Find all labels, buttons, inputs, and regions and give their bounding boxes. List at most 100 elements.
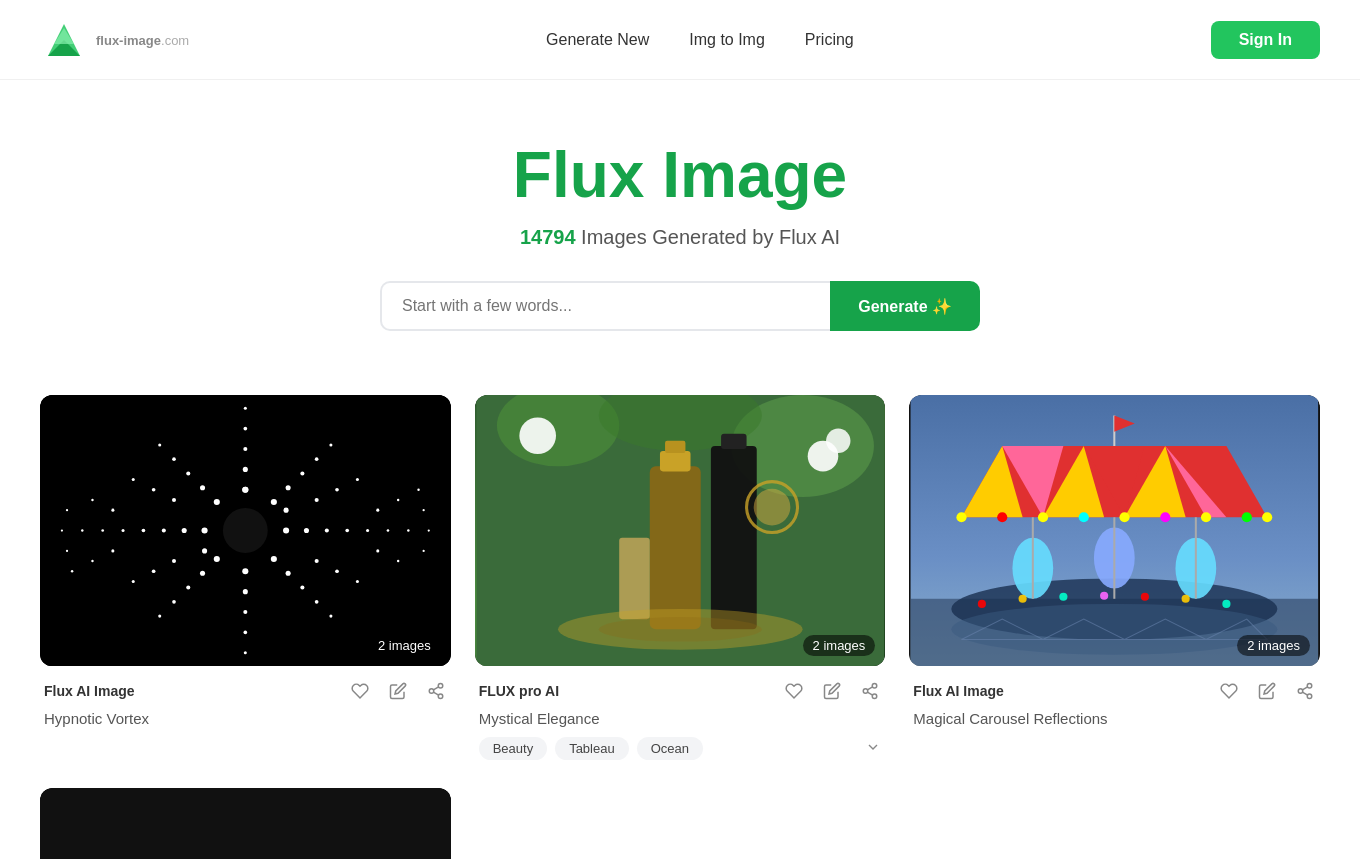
svg-point-22 — [284, 508, 289, 513]
svg-point-37 — [186, 586, 190, 590]
svg-line-115 — [868, 693, 873, 696]
svg-point-134 — [1242, 513, 1252, 523]
svg-point-17 — [271, 499, 277, 505]
svg-point-50 — [172, 458, 176, 462]
svg-point-41 — [172, 559, 176, 563]
vortex-image — [40, 395, 451, 666]
svg-point-14 — [202, 528, 208, 534]
card-image-wrapper-1[interactable]: 2 images — [40, 395, 451, 666]
svg-point-25 — [182, 528, 187, 533]
tags-expand-button-2[interactable] — [865, 739, 881, 759]
svg-point-92 — [438, 694, 443, 699]
svg-point-38 — [186, 472, 190, 476]
like-button-1[interactable] — [349, 680, 371, 702]
nav-pricing[interactable]: Pricing — [805, 31, 854, 49]
generate-button[interactable]: Generate ✨ — [830, 281, 980, 331]
svg-point-75 — [81, 530, 83, 532]
share-button-1[interactable] — [425, 680, 447, 702]
svg-point-47 — [243, 631, 247, 635]
svg-point-127 — [957, 513, 967, 523]
card-actions-3 — [1218, 680, 1316, 702]
image-count-badge-1: 2 images — [368, 635, 441, 656]
card-body-3: Flux AI Image Magical Carousel Reflectio… — [909, 666, 1320, 741]
logo-icon — [40, 16, 88, 64]
svg-point-56 — [366, 529, 369, 532]
edit-button-3[interactable] — [1256, 680, 1278, 702]
svg-point-132 — [1161, 513, 1171, 523]
svg-point-52 — [335, 488, 339, 492]
svg-point-65 — [132, 580, 135, 583]
card-image-wrapper-2[interactable]: 2 images — [475, 395, 886, 666]
svg-point-62 — [158, 444, 161, 447]
svg-rect-103 — [660, 451, 691, 471]
svg-point-53 — [152, 570, 156, 574]
share-button-2[interactable] — [859, 680, 881, 702]
nav-generate-new[interactable]: Generate New — [546, 31, 649, 49]
svg-point-112 — [873, 684, 878, 689]
svg-point-74 — [407, 530, 409, 532]
svg-point-151 — [1182, 595, 1190, 603]
svg-point-29 — [243, 589, 248, 594]
svg-point-16 — [242, 569, 248, 575]
svg-point-113 — [864, 689, 869, 694]
share-button-3[interactable] — [1294, 680, 1316, 702]
svg-point-28 — [243, 467, 248, 472]
hero-subtitle: 14794 Images Generated by Flux AI — [20, 226, 1340, 249]
card-body-2: FLUX pro AI Mystical Elegance Beauty Tab… — [475, 666, 886, 764]
like-button-2[interactable] — [783, 680, 805, 702]
svg-rect-104 — [665, 441, 685, 453]
svg-point-40 — [315, 498, 319, 502]
svg-point-58 — [244, 407, 247, 410]
svg-point-19 — [214, 499, 220, 505]
svg-point-100 — [826, 429, 850, 453]
svg-point-153 — [1307, 684, 1312, 689]
svg-point-34 — [243, 447, 247, 451]
logo-link[interactable]: flux-image.com — [40, 16, 189, 64]
image-count-badge-3: 2 images — [1237, 635, 1310, 656]
image-count-badge-2: 2 images — [803, 635, 876, 656]
svg-point-81 — [71, 570, 73, 572]
svg-point-24 — [304, 528, 309, 533]
like-button-3[interactable] — [1218, 680, 1240, 702]
svg-point-54 — [152, 488, 156, 492]
svg-point-68 — [376, 509, 379, 512]
svg-point-133 — [1201, 513, 1211, 523]
svg-point-80 — [417, 489, 419, 491]
svg-point-83 — [61, 530, 63, 532]
svg-point-82 — [428, 530, 430, 532]
card-carousel: 2 images Flux AI Image Magical Carousel — [909, 395, 1320, 764]
nav-img-to-img[interactable]: Img to Img — [689, 31, 765, 49]
search-row: Generate ✨ — [380, 281, 980, 331]
svg-point-71 — [376, 550, 379, 553]
edit-button-2[interactable] — [821, 680, 843, 702]
card-image-wrapper-3[interactable]: 2 images — [909, 395, 1320, 666]
svg-rect-105 — [711, 446, 757, 629]
svg-point-128 — [997, 513, 1007, 523]
svg-point-86 — [423, 550, 425, 552]
svg-point-76 — [397, 499, 399, 501]
sign-in-button[interactable]: Sign In — [1211, 21, 1320, 59]
svg-point-60 — [329, 444, 332, 447]
svg-point-109 — [753, 489, 790, 526]
svg-point-33 — [162, 529, 166, 533]
svg-point-59 — [244, 652, 247, 655]
svg-point-129 — [1038, 513, 1048, 523]
edit-button-1[interactable] — [387, 680, 409, 702]
svg-point-42 — [172, 498, 176, 502]
svg-point-152 — [1223, 600, 1231, 608]
svg-point-155 — [1307, 694, 1312, 699]
svg-point-101 — [519, 418, 556, 455]
search-input[interactable] — [380, 281, 830, 331]
card-hypnotic-vortex: 2 images Flux AI Image Hypnotic Vortex — [40, 395, 451, 764]
card-author-row-2: FLUX pro AI — [479, 680, 882, 702]
tag-ocean: Ocean — [637, 737, 703, 760]
svg-point-39 — [300, 586, 304, 590]
card-title-2: Mystical Elegance — [479, 710, 882, 727]
svg-point-135 — [1262, 513, 1272, 523]
card-image-wrapper-4[interactable] — [40, 788, 451, 859]
svg-point-48 — [315, 458, 319, 462]
svg-point-91 — [429, 689, 434, 694]
image-count: 14794 — [520, 226, 576, 248]
hero-title: Flux Image — [20, 140, 1340, 210]
svg-point-69 — [111, 550, 114, 553]
